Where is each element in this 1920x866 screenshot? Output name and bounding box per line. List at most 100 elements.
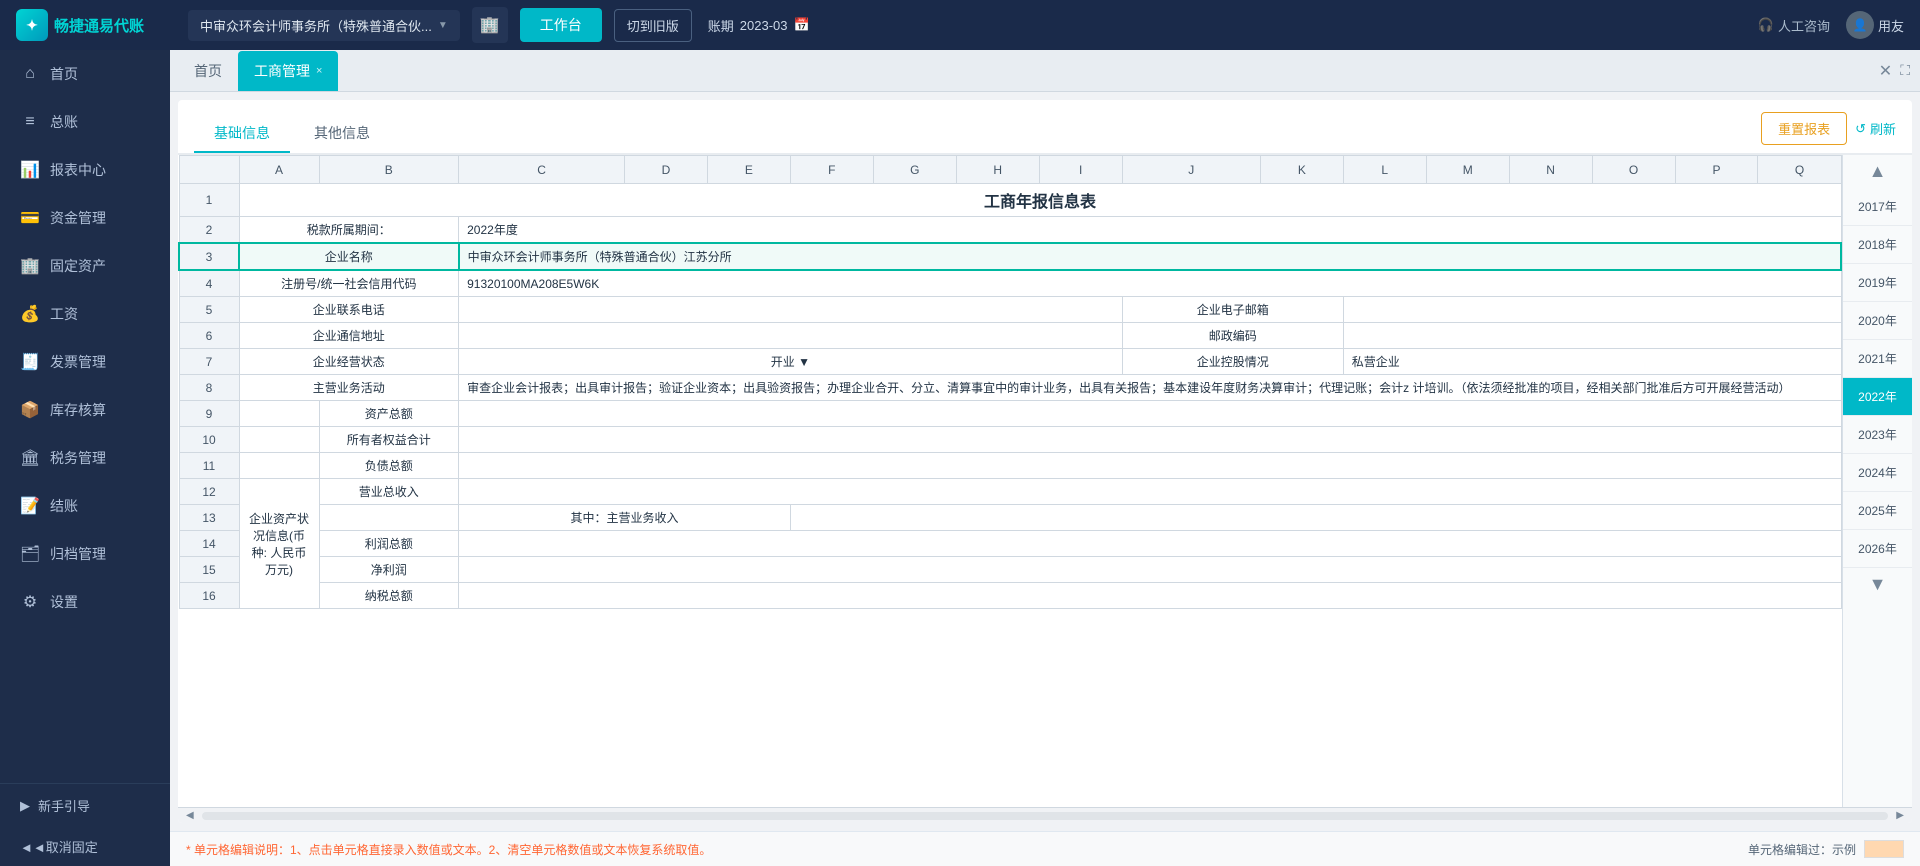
period-display: 账期 2023-03 📅 (708, 16, 810, 35)
cell-13-value[interactable] (790, 505, 1841, 531)
reports-icon: 📊 (20, 160, 40, 180)
col-c-header: C (459, 156, 625, 184)
pin-label: ◄◄取消固定 (20, 837, 98, 856)
cell-14-b: 利润总额 (319, 531, 459, 557)
content-area: 首页 工商管理 × ✕ ⛶ 基础信息 其他信息 重置报表 ↺ 刷新 (170, 50, 1920, 866)
new-guide-label: 新手引导 (38, 796, 90, 815)
sidebar-item-ledger[interactable]: ≡ 总账 (0, 98, 170, 146)
refresh-label: 刷新 (1870, 119, 1896, 138)
sidebar-item-home[interactable]: ⌂ 首页 (0, 50, 170, 98)
window-expand-icon[interactable]: ⛶ (1900, 62, 1910, 79)
cell-1-title[interactable]: 工商年报信息表 (239, 184, 1841, 217)
table-row: 16 纳税总额 (179, 583, 1841, 609)
year-2023[interactable]: 2023年 (1843, 416, 1912, 454)
year-scroll-up[interactable]: ▲ (1843, 155, 1912, 188)
tab-other-info[interactable]: 其他信息 (294, 115, 390, 153)
cell-15-value[interactable] (459, 557, 1841, 583)
year-2020[interactable]: 2020年 (1843, 302, 1912, 340)
sidebar-label-payroll: 工资 (50, 304, 78, 324)
cell-13-b (319, 505, 459, 531)
spreadsheet[interactable]: A B C D E F G H I J K L (178, 155, 1842, 807)
cell-14-value[interactable] (459, 531, 1841, 557)
tab-gongshang[interactable]: 工商管理 × (238, 51, 338, 91)
scroll-track[interactable] (202, 812, 1889, 820)
row-4-header: 4 (179, 270, 239, 297)
sidebar-item-funds[interactable]: 💳 资金管理 (0, 194, 170, 242)
company-info-button[interactable]: 🏢 (472, 7, 508, 43)
table-row: 10 所有者权益合计 (179, 427, 1841, 453)
sidebar-item-settings[interactable]: ⚙ 设置 (0, 578, 170, 626)
settlement-icon: 📝 (20, 496, 40, 516)
tab-close-button[interactable]: × (316, 65, 322, 77)
table-row: 9 资产总额 (179, 401, 1841, 427)
cell-11-value[interactable] (459, 453, 1841, 479)
cell-9-value[interactable] (459, 401, 1841, 427)
cell-12-b: 营业总收入 (319, 479, 459, 505)
cell-5-email-value[interactable] (1343, 297, 1841, 323)
workbench-button[interactable]: 工作台 (520, 8, 602, 42)
cell-6-postal-value[interactable] (1343, 323, 1841, 349)
reset-button[interactable]: 重置报表 (1761, 112, 1847, 145)
cell-9-a (239, 401, 319, 427)
cell-7-status[interactable]: 开业 ▼ (459, 349, 1123, 375)
year-2024[interactable]: 2024年 (1843, 454, 1912, 492)
sidebar-item-invoice[interactable]: 🧾 发票管理 (0, 338, 170, 386)
year-2019[interactable]: 2019年 (1843, 264, 1912, 302)
cell-3-label: 企业名称 (239, 243, 459, 270)
invoice-icon: 🧾 (20, 352, 40, 372)
switch-version-button[interactable]: 切到旧版 (614, 9, 692, 42)
user-menu[interactable]: 👤 用友 (1846, 11, 1904, 39)
new-guide-button[interactable]: ▶ 新手引导 (0, 784, 170, 827)
company-selector[interactable]: 中审众环会计师事务所（特殊普通合伙... ▼ (188, 10, 460, 41)
sidebar-item-payroll[interactable]: 💰 工资 (0, 290, 170, 338)
table-row: 6 企业通信地址 邮政编码 (179, 323, 1841, 349)
year-2018[interactable]: 2018年 (1843, 226, 1912, 264)
cell-15-b: 净利润 (319, 557, 459, 583)
scroll-left-button[interactable]: ◀ (182, 810, 198, 821)
table-row: 5 企业联系电话 企业电子邮箱 (179, 297, 1841, 323)
year-2025[interactable]: 2025年 (1843, 492, 1912, 530)
cell-16-value[interactable] (459, 583, 1841, 609)
tab-basic-info[interactable]: 基础信息 (194, 115, 290, 153)
cell-5-phone[interactable] (459, 297, 1123, 323)
year-2021[interactable]: 2021年 (1843, 340, 1912, 378)
pin-button[interactable]: ◄◄取消固定 (0, 827, 170, 866)
col-d-header: D (625, 156, 708, 184)
table-row: 1 工商年报信息表 (179, 184, 1841, 217)
horizontal-scrollbar[interactable]: ◀ ▶ (178, 807, 1912, 823)
year-2022[interactable]: 2022年 (1843, 378, 1912, 416)
cell-4-value[interactable]: 91320100MA208E5W6K (459, 270, 1841, 297)
cell-7-control-value[interactable]: 私营企业 (1343, 349, 1841, 375)
window-close-icon[interactable]: ✕ (1879, 61, 1892, 81)
row-15-header: 15 (179, 557, 239, 583)
sidebar-item-archive[interactable]: 🗂 归档管理 (0, 530, 170, 578)
cell-3-value[interactable]: 中审众环会计师事务所（特殊普通合伙）江苏分所 (459, 243, 1841, 270)
sidebar-item-reports[interactable]: 📊 报表中心 (0, 146, 170, 194)
year-2026[interactable]: 2026年 (1843, 530, 1912, 568)
sidebar-item-settlement[interactable]: 📝 结账 (0, 482, 170, 530)
table-row: 8 主营业务活动 审查企业会计报表；出具审计报告；验证企业资本；出具验资报告；办… (179, 375, 1841, 401)
cell-2-value[interactable]: 2022年度 (459, 217, 1841, 244)
refresh-icon: ↺ (1855, 121, 1866, 137)
cell-8-value[interactable]: 审查企业会计报表；出具审计报告；验证企业资本；出具验资报告；办理企业合开、分立、… (459, 375, 1841, 401)
refresh-button[interactable]: ↺ 刷新 (1855, 119, 1896, 138)
scroll-right-button[interactable]: ▶ (1892, 810, 1908, 821)
cell-6-address[interactable] (459, 323, 1123, 349)
service-button[interactable]: 🎧 人工咨询 (1758, 16, 1830, 35)
cell-10-value[interactable] (459, 427, 1841, 453)
cell-12-value[interactable] (459, 479, 1841, 505)
tab-active-label: 工商管理 (254, 61, 310, 81)
sidebar-item-fixed-assets[interactable]: 🏢 固定资产 (0, 242, 170, 290)
corner-cell (179, 156, 239, 184)
calendar-icon[interactable]: 📅 (794, 17, 810, 33)
year-2017[interactable]: 2017年 (1843, 188, 1912, 226)
tab-home[interactable]: 首页 (178, 51, 238, 91)
sidebar-item-tax[interactable]: 🏛 税务管理 (0, 434, 170, 482)
sidebar-item-inventory[interactable]: 📦 库存核算 (0, 386, 170, 434)
table-row: 2 税款所属期间： 2022年度 (179, 217, 1841, 244)
row-11-header: 11 (179, 453, 239, 479)
table-row: 4 注册号/统一社会信用代码 91320100MA208E5W6K (179, 270, 1841, 297)
col-g-header: G (873, 156, 956, 184)
year-scroll-down[interactable]: ▼ (1843, 568, 1912, 601)
cell-7-control-label: 企业控股情况 (1122, 349, 1343, 375)
